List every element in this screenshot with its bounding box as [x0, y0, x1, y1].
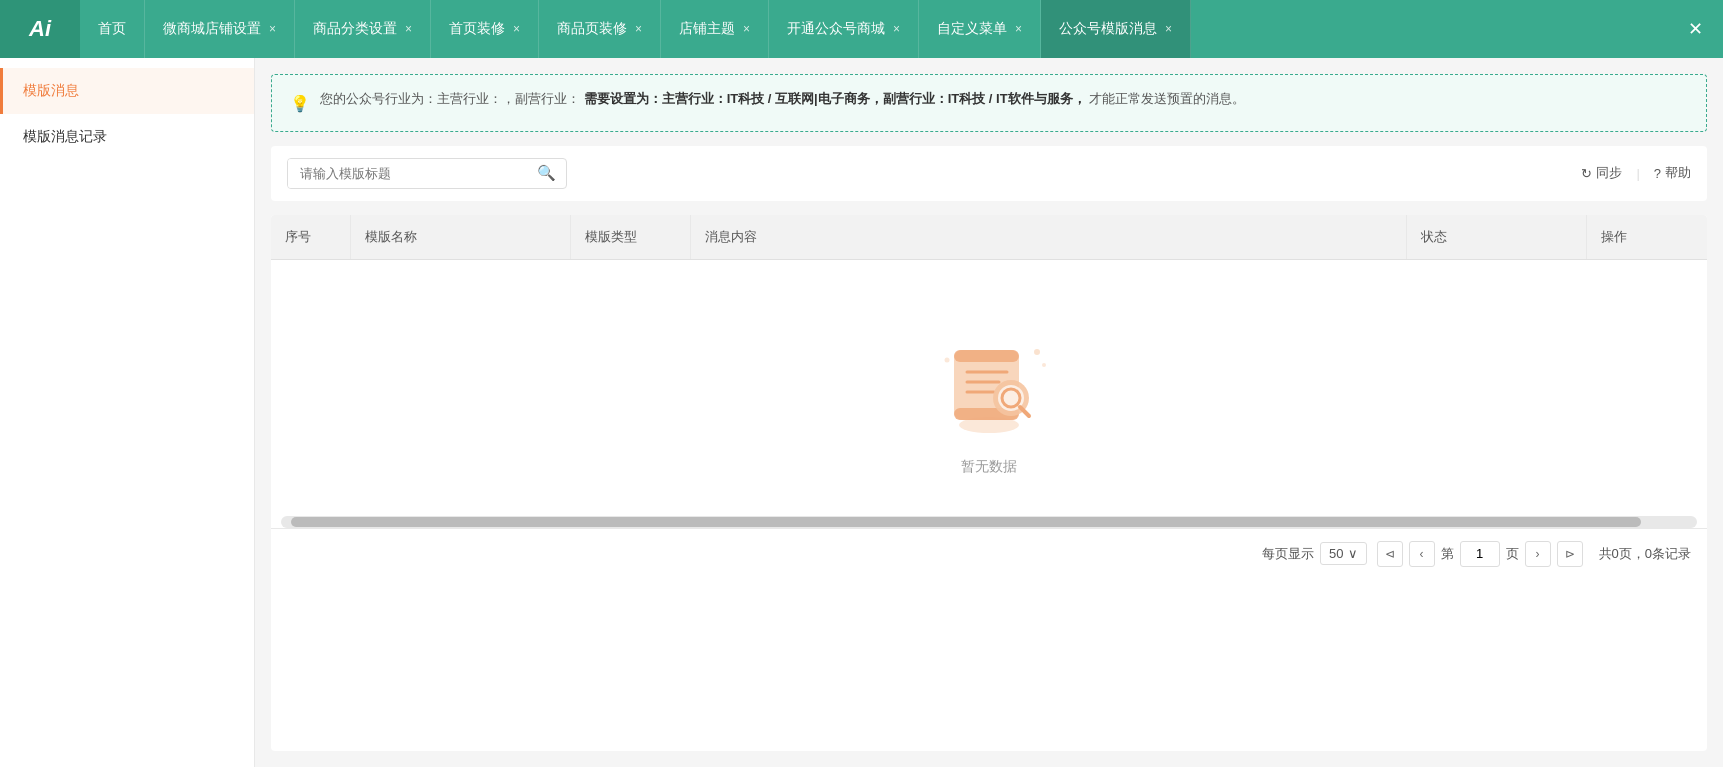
notice-highlight: 需要设置为：主营行业：IT科技 / 互联网|电子商务，副营行业：IT科技 / I…	[584, 91, 1086, 106]
notice-suffix: 才能正常发送预置的消息。	[1089, 91, 1245, 106]
toolbar-right: ↻ 同步 | ? 帮助	[1581, 164, 1691, 182]
page-nav: ⊲ ‹ 第 页 › ⊳ 共0页，0条记录	[1377, 541, 1691, 567]
sidebar-item-template-msg-log-label: 模版消息记录	[23, 128, 107, 144]
scrollbar-thumb[interactable]	[291, 517, 1641, 527]
tab-category-settings[interactable]: 商品分类设置 ×	[295, 0, 431, 58]
tab-homepage-decor-close[interactable]: ×	[513, 22, 520, 36]
first-page-button[interactable]: ⊲	[1377, 541, 1403, 567]
sidebar-item-template-msg-log[interactable]: 模版消息记录	[0, 114, 254, 160]
tab-homepage[interactable]: 首页	[80, 0, 145, 58]
svg-point-12	[1042, 363, 1046, 367]
tab-store-theme[interactable]: 店铺主题 ×	[661, 0, 769, 58]
notice-text: 您的公众号行业为：主营行业：，副营行业： 需要设置为：主营行业：IT科技 / 互…	[320, 89, 1245, 110]
prev-page-button[interactable]: ‹	[1409, 541, 1435, 567]
sidebar: 模版消息 模版消息记录	[0, 58, 255, 767]
tab-template-msg-label: 公众号模版消息	[1059, 20, 1157, 38]
tab-bar-close-all[interactable]: ✕	[1668, 0, 1723, 58]
tab-store-theme-label: 店铺主题	[679, 20, 735, 38]
tab-template-msg-close[interactable]: ×	[1165, 22, 1172, 36]
th-index: 序号	[271, 215, 351, 259]
main-layout: 模版消息 模版消息记录 💡 您的公众号行业为：主营行业：，副营行业： 需要设置为…	[0, 58, 1723, 767]
tab-store-theme-close[interactable]: ×	[743, 22, 750, 36]
search-input[interactable]	[288, 159, 527, 188]
notice-box: 💡 您的公众号行业为：主营行业：，副营行业： 需要设置为：主营行业：IT科技 /…	[271, 74, 1707, 132]
page-size-dropdown[interactable]: 50 ∨	[1320, 542, 1366, 565]
tab-custom-menu[interactable]: 自定义菜单 ×	[919, 0, 1041, 58]
tab-homepage-label: 首页	[98, 20, 126, 38]
help-button[interactable]: ? 帮助	[1654, 164, 1691, 182]
tab-custom-menu-close[interactable]: ×	[1015, 22, 1022, 36]
toolbar-divider: |	[1636, 166, 1639, 181]
tab-store-settings-close[interactable]: ×	[269, 22, 276, 36]
notice-icon: 💡	[290, 91, 310, 117]
tab-custom-menu-label: 自定义菜单	[937, 20, 1007, 38]
next-page-button[interactable]: ›	[1525, 541, 1551, 567]
tab-open-mall-close[interactable]: ×	[893, 22, 900, 36]
pagination-bar: 每页显示 50 ∨ ⊲ ‹ 第 页 › ⊳ 共0页，0条记录	[271, 528, 1707, 579]
page-total: 共0页，0条记录	[1599, 545, 1691, 563]
search-icon: 🔍	[537, 164, 556, 181]
notice-prefix: 您的公众号行业为：主营行业：，副营行业：	[320, 91, 580, 106]
sync-icon: ↻	[1581, 166, 1592, 181]
tab-product-decor-label: 商品页装修	[557, 20, 627, 38]
sidebar-item-template-msg-label: 模版消息	[23, 82, 79, 98]
sync-button[interactable]: ↻ 同步	[1581, 164, 1622, 182]
svg-point-13	[945, 357, 950, 362]
page-label-ye: 页	[1506, 545, 1519, 563]
tab-homepage-decor[interactable]: 首页装修 ×	[431, 0, 539, 58]
search-button[interactable]: 🔍	[527, 164, 566, 182]
table-header: 序号 模版名称 模版类型 消息内容 状态 操作	[271, 215, 1707, 260]
horizontal-scrollbar[interactable]	[281, 516, 1697, 528]
search-input-wrap: 🔍	[287, 158, 567, 189]
search-bar: 🔍 ↻ 同步 | ? 帮助	[271, 146, 1707, 201]
last-page-button[interactable]: ⊳	[1557, 541, 1583, 567]
help-icon: ?	[1654, 166, 1661, 181]
tab-product-decor[interactable]: 商品页装修 ×	[539, 0, 661, 58]
th-status: 状态	[1407, 215, 1587, 259]
help-label: 帮助	[1665, 164, 1691, 182]
empty-state: 暂无数据	[271, 260, 1707, 516]
tab-category-settings-close[interactable]: ×	[405, 22, 412, 36]
th-name: 模版名称	[351, 215, 571, 259]
svg-point-11	[1034, 349, 1040, 355]
tab-bar: Ai 首页 微商城店铺设置 × 商品分类设置 × 首页装修 × 商品页装修 × …	[0, 0, 1723, 58]
empty-illustration	[929, 320, 1049, 440]
sync-label: 同步	[1596, 164, 1622, 182]
content-area: 💡 您的公众号行业为：主营行业：，副营行业： 需要设置为：主营行业：IT科技 /…	[255, 58, 1723, 767]
tab-product-decor-close[interactable]: ×	[635, 22, 642, 36]
page-size-value: 50	[1329, 546, 1343, 561]
tab-open-mall[interactable]: 开通公众号商城 ×	[769, 0, 919, 58]
table-wrap: 序号 模版名称 模版类型 消息内容 状态 操作	[271, 215, 1707, 751]
tab-homepage-decor-label: 首页装修	[449, 20, 505, 38]
empty-text: 暂无数据	[961, 458, 1017, 476]
tab-store-settings-label: 微商城店铺设置	[163, 20, 261, 38]
sidebar-item-template-msg[interactable]: 模版消息	[0, 68, 254, 114]
page-size-label: 每页显示	[1262, 545, 1314, 563]
logo: Ai	[0, 0, 80, 58]
tab-open-mall-label: 开通公众号商城	[787, 20, 885, 38]
svg-rect-2	[954, 350, 1019, 362]
tab-template-msg[interactable]: 公众号模版消息 ×	[1041, 0, 1191, 58]
page-size-select: 每页显示 50 ∨	[1262, 542, 1366, 565]
th-type: 模版类型	[571, 215, 691, 259]
tab-store-settings[interactable]: 微商城店铺设置 ×	[145, 0, 295, 58]
tab-category-settings-label: 商品分类设置	[313, 20, 397, 38]
page-input[interactable]	[1460, 541, 1500, 567]
th-action: 操作	[1587, 215, 1707, 259]
th-content: 消息内容	[691, 215, 1407, 259]
dropdown-arrow-icon: ∨	[1348, 546, 1358, 561]
page-label-di: 第	[1441, 545, 1454, 563]
